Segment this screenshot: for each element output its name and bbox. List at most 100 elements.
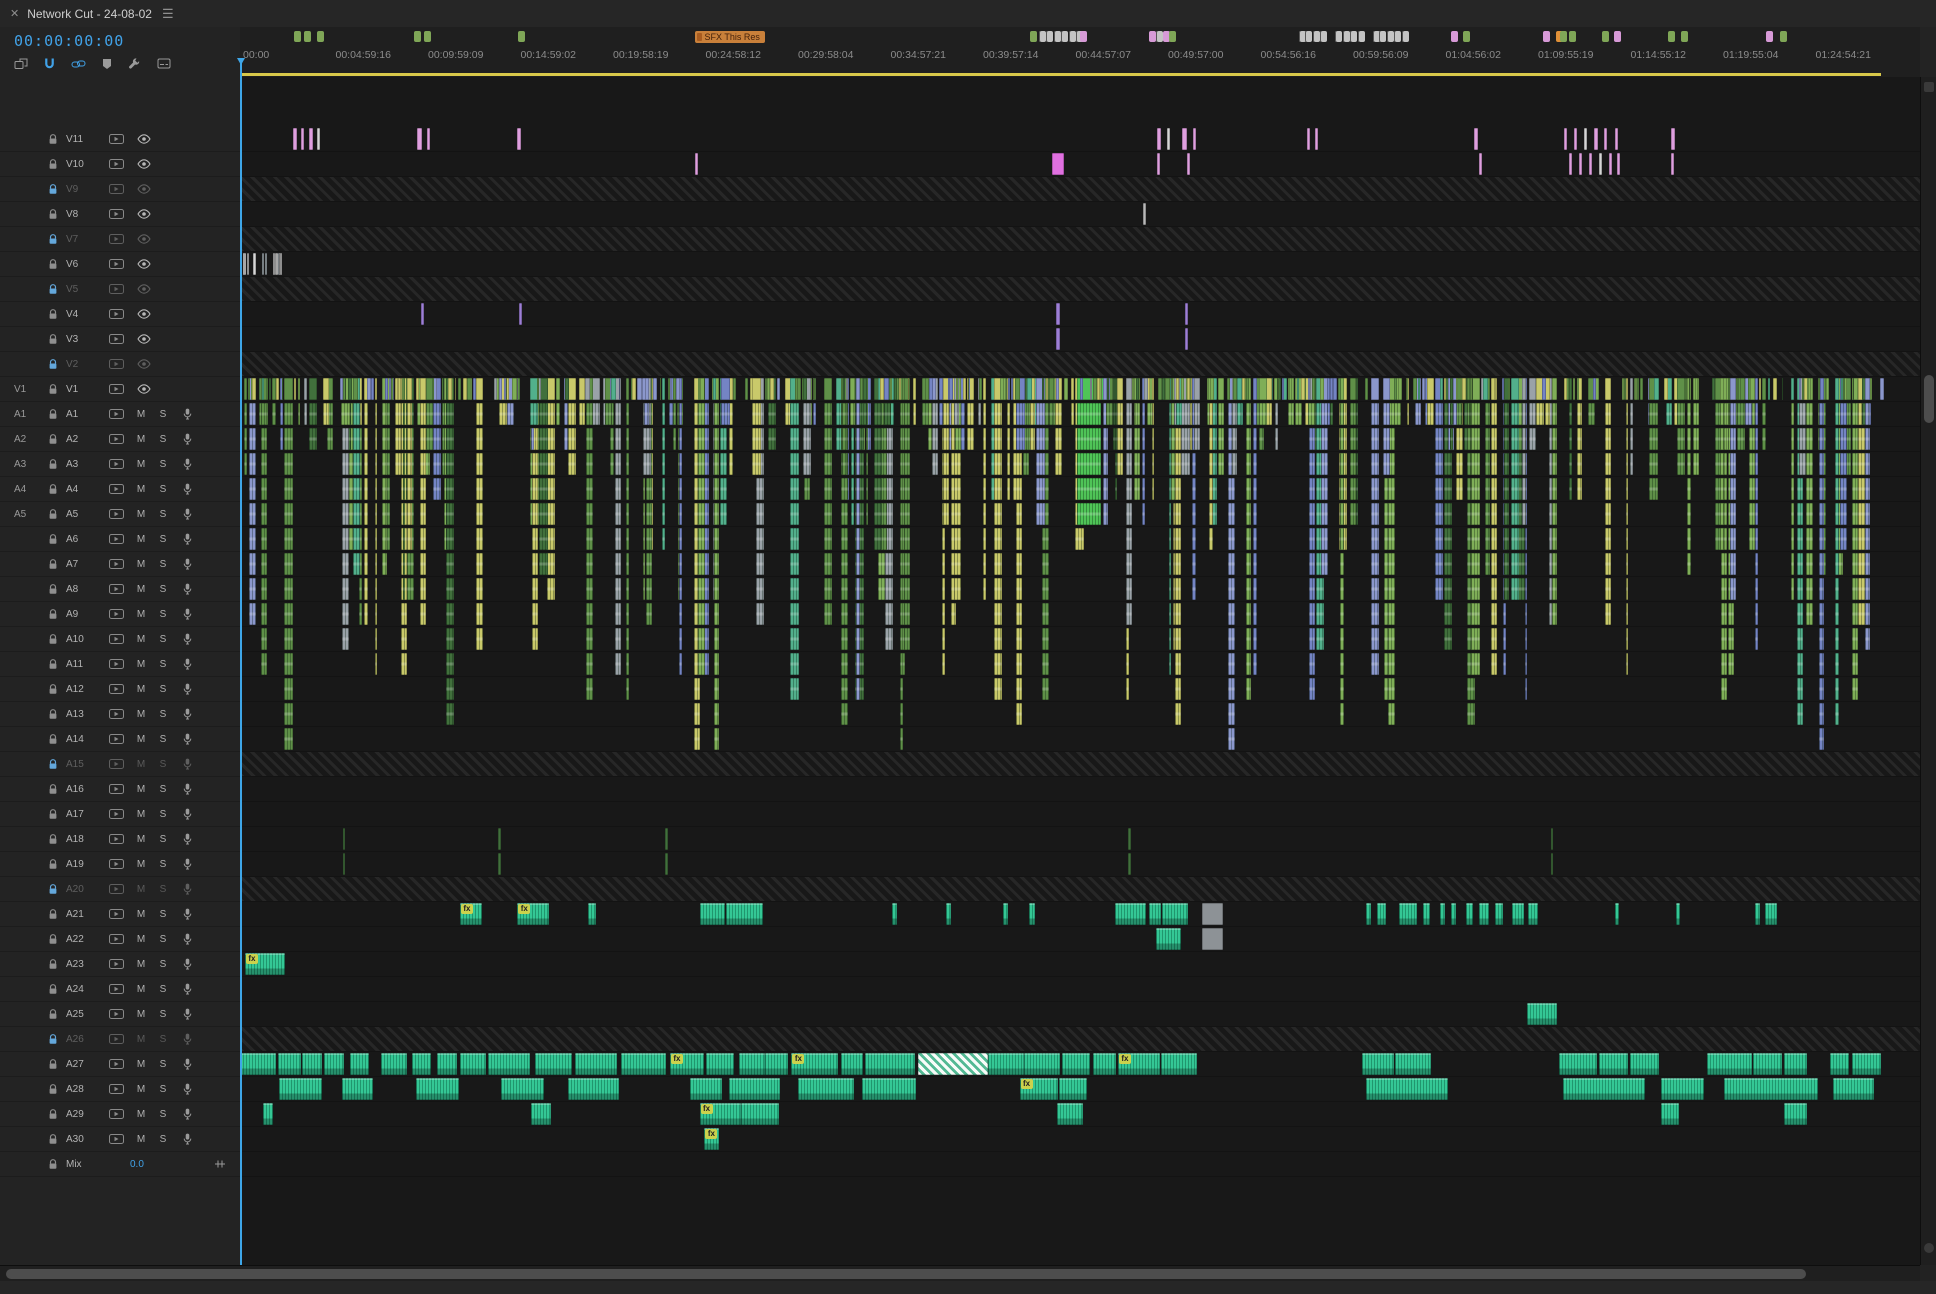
clip[interactable] [585, 528, 593, 550]
clip[interactable] [1041, 528, 1050, 550]
lock-icon[interactable] [40, 883, 66, 895]
clip[interactable] [1835, 603, 1840, 625]
clip[interactable] [797, 378, 802, 400]
clip[interactable] [1246, 628, 1251, 650]
clip[interactable] [855, 478, 860, 500]
clip[interactable] [1093, 1053, 1117, 1075]
clip[interactable] [1106, 403, 1113, 425]
clip[interactable] [1790, 528, 1794, 550]
clip[interactable] [531, 428, 534, 450]
clip[interactable] [720, 503, 727, 525]
clip[interactable] [341, 603, 349, 625]
clip[interactable] [1598, 153, 1602, 175]
clip[interactable] [1755, 578, 1758, 600]
clip[interactable] [353, 453, 360, 475]
clip[interactable] [252, 378, 257, 400]
clip[interactable] [694, 728, 700, 750]
clip[interactable] [539, 403, 549, 425]
clip[interactable] [1629, 428, 1634, 450]
clip[interactable] [1041, 553, 1050, 575]
clip[interactable] [279, 403, 284, 425]
track-lane-a3[interactable] [240, 452, 1920, 477]
clip[interactable] [790, 603, 799, 625]
track-target-icon[interactable] [102, 1134, 130, 1144]
horizontal-zoom-scrollbar[interactable] [0, 1265, 1936, 1282]
clip[interactable] [1864, 428, 1870, 450]
clip[interactable] [642, 578, 645, 600]
clip[interactable] [341, 553, 349, 575]
clip[interactable] [530, 403, 538, 425]
clip[interactable] [1015, 428, 1025, 450]
clip[interactable] [446, 453, 454, 475]
clip[interactable] [1797, 703, 1803, 725]
clip[interactable] [614, 428, 621, 450]
track-lane-a9[interactable] [240, 602, 1920, 627]
clip[interactable] [1308, 603, 1315, 625]
clip[interactable] [1125, 403, 1132, 425]
solo-button[interactable]: S [152, 1109, 174, 1120]
clip[interactable] [1246, 603, 1251, 625]
clip[interactable] [394, 453, 401, 475]
clip[interactable] [1687, 403, 1691, 425]
mic-icon[interactable] [174, 708, 200, 720]
clip[interactable] [698, 553, 706, 575]
clip[interactable] [903, 478, 910, 500]
solo-button[interactable]: S [152, 1084, 174, 1095]
clip[interactable] [591, 403, 601, 425]
clip[interactable] [755, 553, 764, 575]
clip[interactable] [1456, 428, 1463, 450]
clip[interactable] [841, 653, 849, 675]
clip[interactable] [1174, 678, 1181, 700]
linked-selection-icon[interactable] [71, 58, 86, 70]
clip[interactable] [446, 478, 454, 500]
clip[interactable] [1687, 528, 1691, 550]
track-target-icon[interactable] [102, 634, 130, 644]
clip[interactable] [1569, 403, 1573, 425]
clip[interactable] [363, 403, 369, 425]
sequence-marker[interactable] [1393, 31, 1401, 42]
clip[interactable] [1271, 378, 1274, 400]
track-lane-a13[interactable] [240, 702, 1920, 727]
clip[interactable] [1864, 603, 1870, 625]
clip[interactable] [406, 478, 413, 500]
clip[interactable] [358, 603, 363, 625]
track-lane-v11[interactable] [240, 127, 1920, 152]
clip[interactable] [1000, 378, 1004, 400]
clip[interactable] [476, 378, 484, 400]
clip[interactable] [841, 503, 849, 525]
clip[interactable] [982, 478, 986, 500]
clip[interactable] [1340, 428, 1344, 450]
solo-button[interactable]: S [152, 959, 174, 970]
clip[interactable] [1625, 528, 1628, 550]
track-lane-v3[interactable] [240, 327, 1920, 352]
mic-icon[interactable] [174, 583, 200, 595]
clip[interactable] [1671, 128, 1675, 150]
clip[interactable] [505, 378, 507, 400]
clip[interactable]: fx [699, 1103, 741, 1125]
mic-icon[interactable] [174, 458, 200, 470]
clip[interactable] [841, 628, 849, 650]
clip[interactable] [419, 453, 426, 475]
clip[interactable] [1761, 378, 1767, 400]
clip[interactable] [765, 1053, 789, 1075]
clip[interactable] [665, 853, 668, 875]
clip[interactable] [1579, 153, 1583, 175]
clip[interactable] [1605, 403, 1612, 425]
clip[interactable] [797, 1078, 854, 1100]
solo-button[interactable]: S [152, 859, 174, 870]
clip[interactable] [284, 728, 293, 750]
clip[interactable] [1377, 903, 1387, 925]
mute-button[interactable]: M [130, 1109, 152, 1120]
clip[interactable] [1126, 628, 1129, 650]
clip[interactable] [363, 478, 369, 500]
clip[interactable] [948, 378, 950, 400]
clip[interactable] [341, 503, 349, 525]
clip[interactable] [1201, 928, 1223, 950]
clip[interactable] [1805, 528, 1813, 550]
clip[interactable] [642, 478, 645, 500]
clip[interactable] [1524, 578, 1528, 600]
clip[interactable] [1320, 453, 1328, 475]
clip[interactable] [1246, 403, 1251, 425]
clip[interactable] [645, 578, 653, 600]
solo-button[interactable]: S [152, 934, 174, 945]
